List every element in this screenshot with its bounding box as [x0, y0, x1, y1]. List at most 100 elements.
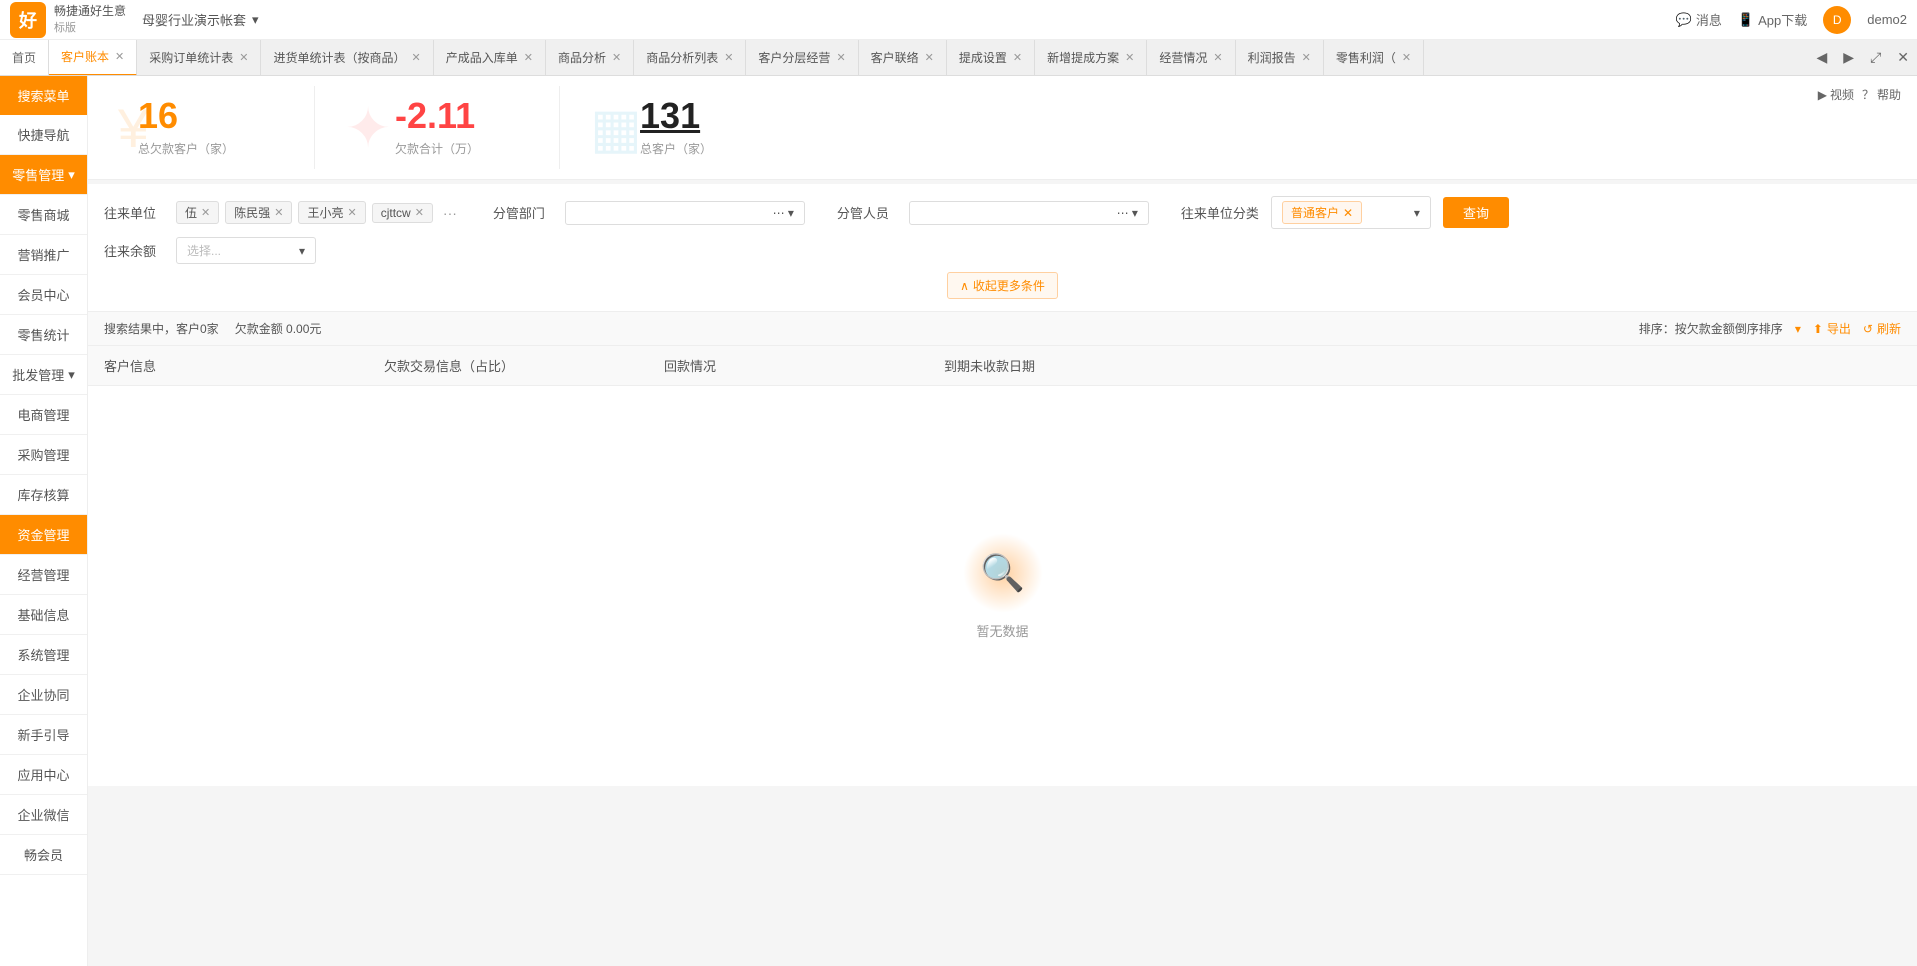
tab-production-close[interactable]: ✕: [524, 51, 533, 64]
tab-product-analysis-list[interactable]: 商品分析列表 ✕: [634, 40, 746, 76]
tab-customer-layer[interactable]: 客户分层经营 ✕: [746, 40, 858, 76]
help-button[interactable]: ？ 帮助: [1862, 86, 1901, 103]
sidebar-item-finance[interactable]: 资金管理: [0, 515, 87, 555]
workspace-dropdown-icon[interactable]: ▾: [252, 12, 259, 28]
stat-all-customers-label: 总客户（家）: [640, 140, 712, 157]
tag-wang-close[interactable]: ✕: [347, 206, 356, 219]
tab-expand[interactable]: ⤢: [1862, 49, 1889, 66]
tab-add-commission-close[interactable]: ✕: [1125, 51, 1134, 64]
user-name: demo2: [1867, 12, 1907, 27]
enterprise-label: 企业协同: [17, 688, 69, 703]
tab-retail-profit-label: 零售利润（: [1336, 49, 1396, 66]
sidebar-item-marketing[interactable]: 营销推广: [0, 235, 87, 275]
tab-purchase-order-stats[interactable]: 采购订单统计表 ✕: [137, 40, 261, 76]
app-download-button[interactable]: 📱 App下载: [1738, 10, 1807, 29]
tab-purchase-order-stats-close[interactable]: ✕: [239, 51, 248, 64]
person-select[interactable]: ⋯ ▾: [909, 201, 1149, 225]
sidebar-item-wechat[interactable]: 企业微信: [0, 795, 87, 835]
dept-select[interactable]: ⋯ ▾: [565, 201, 805, 225]
unit-tags: 伍 ✕ 陈民强 ✕ 王小亮 ✕ cjttcw ✕: [176, 201, 461, 224]
sidebar-search[interactable]: 搜索菜单: [0, 76, 87, 115]
export-button[interactable]: ⬆ 导出: [1813, 320, 1851, 337]
data-table: 客户信息 欠款交易信息（占比） 回款情况 到期未收款日期 🔍 暂无数据: [88, 346, 1917, 786]
more-tags-button[interactable]: ···: [439, 203, 461, 223]
tab-add-commission[interactable]: 新增提成方案 ✕: [1035, 40, 1147, 76]
sidebar-item-basics[interactable]: 基础信息: [0, 595, 87, 635]
unit-type-tag-close[interactable]: ✕: [1343, 206, 1353, 220]
sidebar-item-member-center[interactable]: 会员中心: [0, 275, 87, 315]
empty-illustration: 🔍: [963, 533, 1043, 613]
filter-tag-wang: 王小亮 ✕: [298, 201, 365, 224]
tab-customer-ledger-close[interactable]: ✕: [115, 50, 124, 63]
tab-retail-profit-close[interactable]: ✕: [1402, 51, 1411, 64]
collapse-up-icon: ∧: [960, 279, 969, 293]
tab-business-status-close[interactable]: ✕: [1213, 51, 1222, 64]
tab-profit-report[interactable]: 利润报告 ✕: [1236, 40, 1324, 76]
tab-product-analysis-close[interactable]: ✕: [612, 51, 621, 64]
tab-close-all[interactable]: ✕: [1889, 49, 1917, 66]
tab-customer-layer-close[interactable]: ✕: [836, 51, 845, 64]
sidebar-item-retail-mall[interactable]: 零售商城: [0, 195, 87, 235]
member-center-label: 会员中心: [17, 288, 69, 303]
video-help-button[interactable]: ▶ 视频: [1818, 86, 1854, 103]
sidebar-item-enterprise[interactable]: 企业协同: [0, 675, 87, 715]
tab-product-analysis-list-label: 商品分析列表: [646, 49, 718, 66]
collapse-button[interactable]: ∧ 收起更多条件: [947, 272, 1058, 299]
search-results-right: 排序：按欠款金额倒序排序 ▾ ⬆ 导出 ↺ 刷新: [1639, 320, 1901, 337]
col-customer-info: 客户信息: [104, 356, 384, 375]
unit-type-label: 往来单位分类: [1181, 203, 1259, 222]
tab-customer-contact[interactable]: 客户联络 ✕: [859, 40, 947, 76]
query-button[interactable]: 查询: [1443, 197, 1509, 228]
tag-chen-close[interactable]: ✕: [274, 206, 283, 219]
tab-product-analysis-list-close[interactable]: ✕: [724, 51, 733, 64]
sidebar-item-inventory[interactable]: 库存核算: [0, 475, 87, 515]
sidebar-item-retail-management[interactable]: 零售管理 ▾: [0, 155, 87, 195]
app-download-label: App下载: [1758, 10, 1807, 29]
tab-product-analysis[interactable]: 商品分析 ✕: [546, 40, 634, 76]
tab-goods-incoming-close[interactable]: ✕: [412, 51, 421, 64]
search-results-left: 搜索结果中，客户0家 欠款金额 0.00元: [104, 320, 321, 337]
sidebar-item-ecommerce[interactable]: 电商管理: [0, 395, 87, 435]
message-button[interactable]: 💬 消息: [1676, 10, 1722, 29]
tab-goods-incoming-label: 进货单统计表（按商品）: [273, 49, 405, 66]
tag-wu-close[interactable]: ✕: [201, 206, 210, 219]
sidebar-item-purchase[interactable]: 采购管理: [0, 435, 87, 475]
user-avatar[interactable]: D: [1823, 6, 1851, 34]
sort-chevron: ▾: [1795, 322, 1801, 336]
tab-profit-report-close[interactable]: ✕: [1302, 51, 1311, 64]
unit-type-select[interactable]: 普通客户 ✕ ▾: [1271, 196, 1431, 229]
tab-goods-incoming[interactable]: 进货单统计表（按商品） ✕: [261, 40, 433, 76]
sidebar-item-wholesale[interactable]: 批发管理 ▾: [0, 355, 87, 395]
stat-total-customers-label: 总欠款客户（家）: [138, 140, 234, 157]
refresh-button[interactable]: ↺ 刷新: [1863, 320, 1901, 337]
nav-tabs: 首页 客户账本 ✕ 采购订单统计表 ✕ 进货单统计表（按商品） ✕ 产成品入库单…: [0, 40, 1917, 76]
app-title: 畅捷通好生意: [54, 4, 126, 20]
workspace-label: 母婴行业演示帐套: [142, 10, 246, 29]
tab-commission-settings-close[interactable]: ✕: [1013, 51, 1022, 64]
sidebar-item-member[interactable]: 畅会员: [0, 835, 87, 875]
tab-commission-settings[interactable]: 提成设置 ✕: [947, 40, 1035, 76]
sidebar-item-system[interactable]: 系统管理: [0, 635, 87, 675]
sidebar-item-retail-stats[interactable]: 零售统计: [0, 315, 87, 355]
tab-customer-ledger[interactable]: 客户账本 ✕: [49, 40, 137, 76]
tag-cjttcw-close[interactable]: ✕: [415, 206, 424, 219]
tab-business-status[interactable]: 经营情况 ✕: [1147, 40, 1235, 76]
tab-scroll-left[interactable]: ◀: [1809, 49, 1836, 66]
tab-production[interactable]: 产成品入库单 ✕: [434, 40, 546, 76]
tab-customer-contact-close[interactable]: ✕: [925, 51, 934, 64]
balance-select[interactable]: 选择... ▾: [176, 237, 316, 264]
tab-home[interactable]: 首页: [0, 40, 49, 76]
logo-texts: 畅捷通好生意 标版: [54, 4, 126, 36]
purchase-label: 采购管理: [17, 448, 69, 463]
workspace-selector[interactable]: 母婴行业演示帐套 ▾: [134, 10, 267, 29]
tab-retail-profit[interactable]: 零售利润（ ✕: [1324, 40, 1424, 76]
sidebar-item-app-center[interactable]: 应用中心: [0, 755, 87, 795]
balance-label: 往来余额: [104, 241, 164, 260]
sidebar-item-operations[interactable]: 经营管理: [0, 555, 87, 595]
refresh-icon: ↺: [1863, 322, 1873, 336]
tab-scroll-right[interactable]: ▶: [1835, 49, 1862, 66]
sidebar-quick-nav[interactable]: 快捷导航: [0, 115, 87, 155]
sidebar-item-guide[interactable]: 新手引导: [0, 715, 87, 755]
collapse-label: 收起更多条件: [973, 277, 1045, 294]
operations-label: 经营管理: [17, 568, 69, 583]
